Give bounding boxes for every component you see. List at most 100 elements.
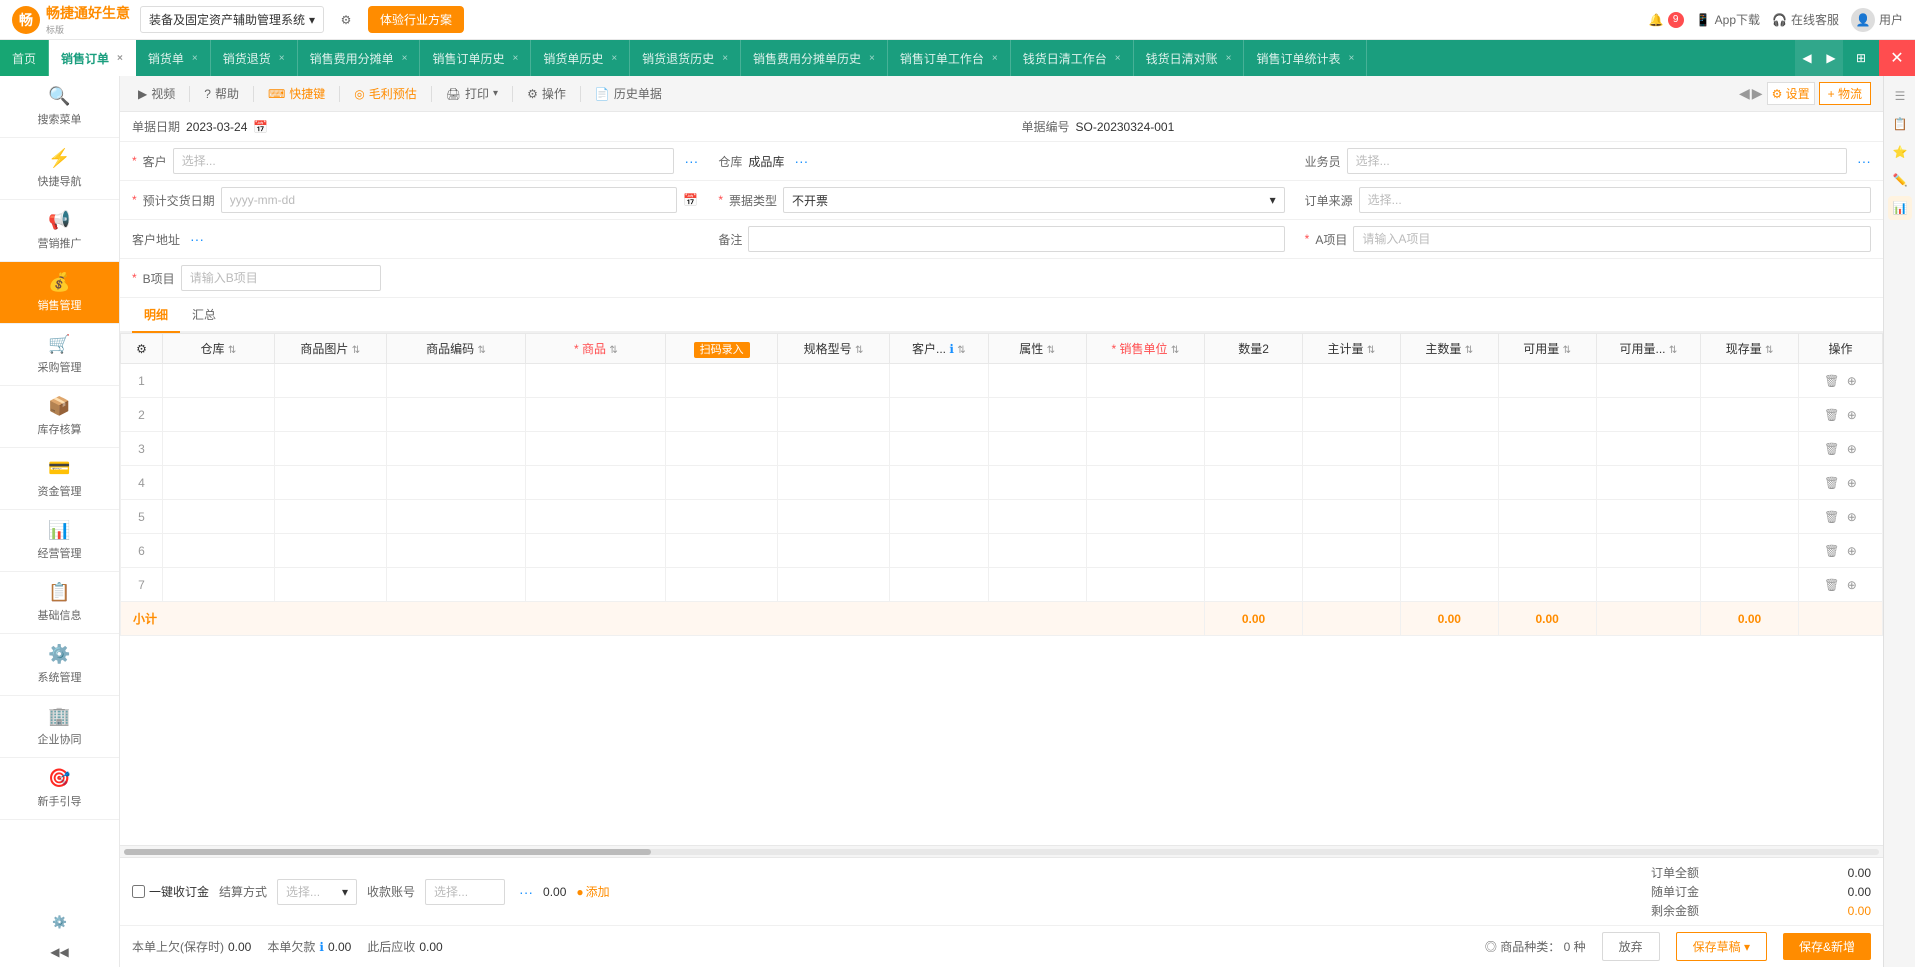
row-qty2[interactable] — [1205, 364, 1303, 398]
row-qty2[interactable] — [1205, 568, 1303, 602]
tab-daily-reconcile[interactable]: 钱货日清对账 × — [1134, 40, 1245, 76]
tab-sales-return[interactable]: 销货退货 × — [211, 40, 298, 76]
row-product-name[interactable] — [526, 466, 666, 500]
tab-close-icon[interactable]: × — [869, 53, 875, 64]
row-copy-button[interactable]: ⊕ — [1847, 408, 1857, 422]
row-current-stock[interactable] — [1701, 432, 1799, 466]
row-sales-unit[interactable] — [1086, 432, 1205, 466]
row-qty2[interactable] — [1205, 534, 1303, 568]
sidebar-item-quicknav[interactable]: ⚡ 快捷导航 — [0, 138, 119, 200]
tab-summary[interactable]: 汇总 — [180, 298, 228, 333]
row-product-image[interactable] — [274, 568, 386, 602]
tab-return-history[interactable]: 销货退货历史 × — [630, 40, 741, 76]
row-available[interactable] — [1498, 568, 1596, 602]
row-available2[interactable] — [1596, 534, 1701, 568]
sidebar-item-finance[interactable]: 💳 资金管理 — [0, 448, 119, 510]
system-selector[interactable]: 装备及固定资产辅助管理系统 ▾ — [140, 6, 324, 33]
row-attributes[interactable] — [988, 398, 1086, 432]
row-main-qty[interactable] — [1400, 500, 1498, 534]
row-main-qty[interactable] — [1400, 432, 1498, 466]
row-copy-button[interactable]: ⊕ — [1847, 476, 1857, 490]
row-product-name[interactable] — [526, 568, 666, 602]
sidebar-item-purchase[interactable]: 🛒 采购管理 — [0, 324, 119, 386]
tab-close-icon[interactable]: × — [1348, 53, 1354, 64]
row-sales-unit[interactable] — [1086, 500, 1205, 534]
sidebar-item-system[interactable]: ⚙️ 系统管理 — [0, 634, 119, 696]
row-available2[interactable] — [1596, 432, 1701, 466]
system-gear-button[interactable]: ⚙ — [332, 6, 360, 34]
add-payment-button[interactable]: ● 添加 — [576, 883, 609, 900]
row-current-stock[interactable] — [1701, 466, 1799, 500]
row-main-unit[interactable] — [1302, 432, 1400, 466]
invoice-type-select[interactable]: 不开票 ▾ — [783, 187, 1285, 213]
one-click-checkbox[interactable]: 一键收订金 — [132, 883, 209, 900]
row-customer-code[interactable] — [889, 466, 988, 500]
row-customer-code[interactable] — [889, 432, 988, 466]
b-project-input[interactable] — [181, 265, 381, 291]
sidebar-item-enterprise[interactable]: 🏢 企业协同 — [0, 696, 119, 758]
sidebar-item-search[interactable]: 🔍 搜索菜单 — [0, 76, 119, 138]
row-available2[interactable] — [1596, 500, 1701, 534]
profit-estimate-button[interactable]: ◎ 毛利预估 — [348, 83, 423, 104]
tab-grid-button[interactable]: ⊞ — [1843, 40, 1879, 76]
date-value[interactable]: 2023-03-24 — [186, 120, 247, 134]
row-current-stock[interactable] — [1701, 364, 1799, 398]
tab-home[interactable]: 首页 — [0, 40, 49, 76]
notification-item[interactable]: 🔔 9 — [1649, 12, 1684, 28]
row-product-image[interactable] — [274, 500, 386, 534]
row-copy-button[interactable]: ⊕ — [1847, 442, 1857, 456]
save-draft-button[interactable]: 保存草稿 ▾ — [1676, 932, 1767, 961]
row-spec[interactable] — [778, 398, 890, 432]
row-spec[interactable] — [778, 432, 890, 466]
row-sales-unit[interactable] — [1086, 466, 1205, 500]
row-copy-button[interactable]: ⊕ — [1847, 544, 1857, 558]
row-copy-button[interactable]: ⊕ — [1847, 510, 1857, 524]
delivery-date-input[interactable] — [221, 187, 678, 213]
row-delete-button[interactable]: 🗑 — [1824, 510, 1839, 524]
row-product-code[interactable] — [386, 432, 526, 466]
address-more-button[interactable]: ··· — [190, 231, 204, 247]
row-scan[interactable] — [666, 398, 778, 432]
tab-detail[interactable]: 明细 — [132, 298, 180, 333]
operation-button[interactable]: ⚙ 操作 — [521, 83, 572, 104]
print-button[interactable]: 🖨 打印 ▾ — [440, 83, 504, 104]
row-product-name[interactable] — [526, 432, 666, 466]
save-new-button[interactable]: 保存&新增 — [1783, 933, 1871, 960]
row-current-stock[interactable] — [1701, 398, 1799, 432]
row-product-name[interactable] — [526, 534, 666, 568]
customer-input[interactable] — [173, 148, 675, 174]
row-warehouse[interactable] — [162, 500, 274, 534]
row-main-qty[interactable] — [1400, 534, 1498, 568]
tab-close-icon[interactable]: × — [722, 53, 728, 64]
row-product-code[interactable] — [386, 364, 526, 398]
row-main-qty[interactable] — [1400, 398, 1498, 432]
row-product-name[interactable] — [526, 364, 666, 398]
sidebar-settings-button[interactable]: ⚙️ — [0, 907, 119, 937]
row-customer-code[interactable] — [889, 364, 988, 398]
row-spec[interactable] — [778, 364, 890, 398]
row-available[interactable] — [1498, 398, 1596, 432]
row-customer-code[interactable] — [889, 534, 988, 568]
tab-prev-button[interactable]: ◀ — [1795, 40, 1819, 76]
trial-button[interactable]: 体验行业方案 — [368, 6, 464, 33]
tab-sales-order[interactable]: 销售订单 × — [49, 40, 136, 76]
row-spec[interactable] — [778, 568, 890, 602]
account-more-button[interactable]: ··· — [519, 884, 533, 900]
tab-sales-invoice[interactable]: 销货单 × — [136, 40, 211, 76]
sidebar-item-guide[interactable]: 🎯 新手引导 — [0, 758, 119, 820]
tab-close-icon[interactable]: × — [611, 53, 617, 64]
tab-close-icon[interactable]: × — [279, 53, 285, 64]
row-attributes[interactable] — [988, 364, 1086, 398]
account-select[interactable]: 选择... — [425, 879, 505, 905]
row-attributes[interactable] — [988, 432, 1086, 466]
customer-more-button[interactable]: ··· — [684, 153, 698, 169]
history-doc-button[interactable]: 📄 历史单据 — [589, 83, 668, 104]
right-panel-icon-2[interactable]: 📋 — [1888, 112, 1912, 136]
row-delete-button[interactable]: 🗑 — [1824, 544, 1839, 558]
row-current-stock[interactable] — [1701, 568, 1799, 602]
row-spec[interactable] — [778, 466, 890, 500]
row-main-unit[interactable] — [1302, 398, 1400, 432]
row-delete-button[interactable]: 🗑 — [1824, 578, 1839, 592]
row-customer-code[interactable] — [889, 500, 988, 534]
scan-button[interactable]: 扫码录入 — [694, 342, 750, 358]
